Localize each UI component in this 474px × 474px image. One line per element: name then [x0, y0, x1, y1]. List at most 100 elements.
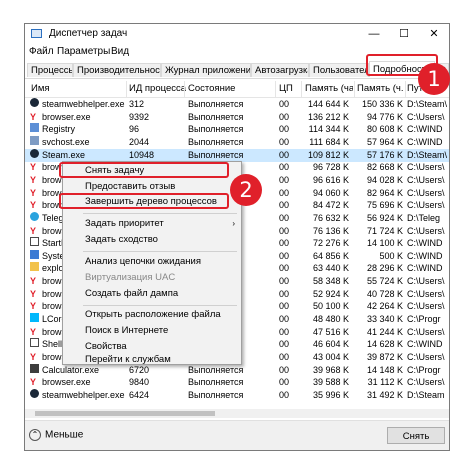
process-path: D:\Steam [407, 389, 445, 400]
process-memory-shared: 42 264 K [366, 301, 403, 312]
minimize-button[interactable]: — [359, 24, 389, 44]
menu-options[interactable]: Параметры [57, 46, 110, 57]
process-path: C:\Users\ [407, 352, 445, 362]
process-status: Выполняется [188, 136, 244, 147]
yandex-icon: Y [30, 112, 37, 122]
process-memory-shared: 41 244 K [366, 326, 403, 337]
yandex-icon: Y [30, 163, 37, 173]
window-icon [30, 338, 39, 348]
process-path: C:\Users\ [407, 111, 445, 122]
table-row[interactable]: Steam.exe 10948 Выполняется 00 109 812 K 57 1… [25, 148, 449, 162]
process-memory-shared: 75 696 K [366, 200, 403, 211]
process-cpu: 00 [279, 225, 290, 236]
menu-separator [83, 251, 237, 252]
process-memory-private: 58 348 K [312, 276, 349, 287]
scrollbar-thumb[interactable] [35, 411, 215, 416]
yandex-icon: Y [30, 378, 37, 388]
process-memory-shared: 14 628 K [366, 339, 403, 350]
process-memory-shared: 57 176 K [366, 149, 403, 160]
column-divider[interactable] [126, 81, 127, 97]
tab-app-history[interactable]: Журнал приложений [161, 63, 251, 77]
process-path: D:\Steam\ [407, 99, 448, 109]
menu-file[interactable]: Файл [29, 46, 54, 57]
process-cpu: 00 [279, 212, 290, 223]
process-memory-private: 52 924 K [312, 288, 349, 299]
step-badge-2: 2 [230, 174, 262, 206]
tab-users[interactable]: Пользователи [309, 63, 369, 77]
process-memory-private: 72 276 K [312, 238, 349, 249]
col-cpu[interactable]: ЦП [279, 83, 293, 94]
menu-item-feedback[interactable]: Предоставить отзыв [63, 180, 241, 194]
table-row[interactable]: Registry 96 Выполняется 00 114 344 K 80 608 K… [25, 123, 449, 136]
highlight-end-task [59, 162, 229, 178]
process-name: steamwebhelper.exe [42, 99, 125, 109]
process-memory-shared: 40 728 K [366, 288, 403, 299]
col-memory-private[interactable]: Память (ча... [305, 83, 353, 94]
process-cpu: 00 [279, 111, 290, 122]
process-memory-shared: 94 776 K [366, 111, 403, 122]
process-status: Выполняется [188, 111, 244, 122]
menu-item-create-dump[interactable]: Создать файл дампа [63, 287, 241, 301]
col-name[interactable]: Имя [31, 83, 50, 94]
process-status: Выполняется [188, 364, 244, 375]
process-id: 312 [129, 99, 145, 109]
column-divider[interactable] [354, 81, 355, 97]
process-memory-private: 50 100 K [312, 301, 349, 312]
process-path: C:\WIND [407, 339, 443, 350]
process-cpu: 00 [279, 162, 290, 173]
tab-performance[interactable]: Производительность [73, 63, 161, 77]
fewer-details-button[interactable]: ⌃ Меньше [29, 429, 83, 443]
process-cpu: 00 [279, 250, 290, 261]
process-path: C:\Users\ [407, 162, 445, 173]
process-memory-shared: 71 724 K [366, 225, 403, 236]
process-id: 9392 [129, 111, 150, 122]
column-divider[interactable] [405, 81, 406, 97]
steam-icon [30, 148, 39, 158]
col-pid[interactable]: ИД процесса [129, 83, 186, 94]
process-name: steamwebhelper.exe [42, 389, 125, 400]
title-bar: Диспетчер задач — ☐ ✕ [25, 24, 449, 44]
table-row[interactable]: Ybrowser.exe 9392 Выполняется 00 136 212 K 94… [25, 111, 449, 124]
process-id: 6424 [129, 389, 150, 400]
menu-item-properties[interactable]: Свойства [63, 340, 241, 354]
process-name: browser.exe [42, 377, 91, 388]
process-memory-shared: 28 296 K [366, 263, 403, 274]
table-row[interactable]: svchost.exe 2044 Выполняется 00 111 684 K 57 … [25, 135, 449, 149]
menu-item-set-affinity[interactable]: Задать сходство [63, 233, 241, 247]
menu-item-open-file-location[interactable]: Открыть расположение файла [63, 308, 241, 322]
process-memory-private: 35 996 K [312, 389, 349, 400]
window-icon [30, 237, 39, 247]
process-path: C:\Users\ [407, 326, 445, 337]
tab-processes[interactable]: Процессы [27, 63, 73, 77]
menu-item-set-priority[interactable]: Задать приоритет › [63, 217, 241, 231]
menu-view[interactable]: Вид [111, 46, 129, 57]
table-row[interactable]: Ybrowser.exe 9840 Выполняется 00 39 588 K 31 … [25, 376, 449, 389]
column-divider[interactable] [275, 81, 276, 97]
close-button[interactable]: ✕ [419, 24, 449, 44]
process-cpu: 00 [279, 187, 290, 198]
menu-item-go-to-services[interactable]: Перейти к службам [63, 355, 241, 365]
process-status: Выполняется [188, 377, 244, 388]
menu-item-search-online[interactable]: Поиск в Интернете [63, 324, 241, 338]
system-icon [30, 249, 39, 259]
table-row[interactable]: Calculator.exe 6720 Выполняется 00 39 968 K 1… [25, 363, 449, 377]
column-divider[interactable] [184, 81, 185, 97]
maximize-button[interactable]: ☐ [389, 24, 419, 44]
process-cpu: 00 [279, 339, 290, 350]
process-memory-shared: 31 492 K [366, 389, 403, 400]
table-row[interactable]: steamwebhelper.exe 6424 Выполняется 00 35 99… [25, 388, 449, 402]
menu-item-analyze-wait-chain[interactable]: Анализ цепочки ожидания [63, 255, 241, 269]
col-status[interactable]: Состояние [188, 83, 235, 94]
process-name: svchost.exe [42, 136, 90, 147]
horizontal-scrollbar[interactable] [25, 409, 449, 418]
process-path: C:\Users\ [407, 301, 445, 312]
process-name: Calculator.exe [42, 364, 100, 375]
column-divider[interactable] [301, 81, 302, 97]
end-task-button[interactable]: Снять задачу [387, 427, 445, 450]
process-path: C:\Users\ [407, 225, 445, 236]
process-path: C:\Users\ [407, 276, 445, 287]
table-row[interactable]: steamwebhelper.exe 312 Выполняется 00 144 64… [25, 98, 449, 111]
calculator-icon [30, 363, 39, 373]
tab-startup[interactable]: Автозагрузка [251, 63, 309, 77]
col-memory-shared[interactable]: Память (ч... [357, 83, 403, 94]
